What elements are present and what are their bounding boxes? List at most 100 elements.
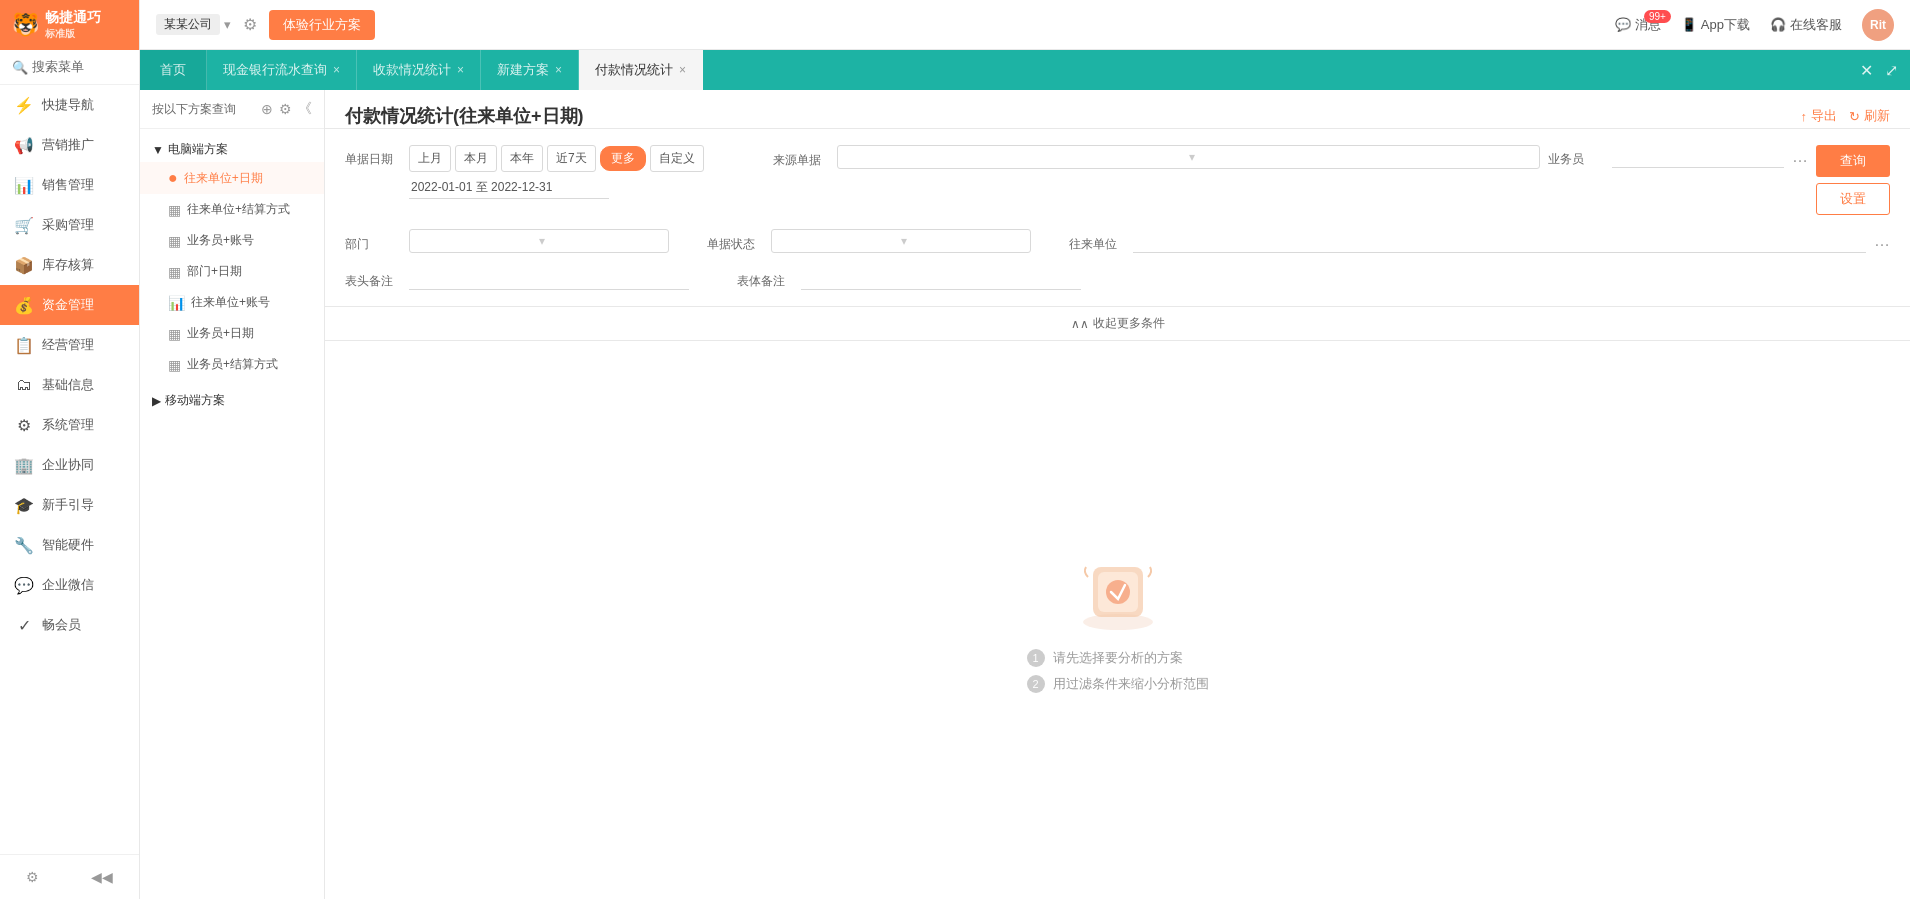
- quick-nav-icon: ⚡: [14, 95, 34, 115]
- tab-label: 付款情况统计: [595, 61, 673, 79]
- desktop-group-arrow: ▼: [152, 143, 164, 157]
- mobile-group-title[interactable]: ▶ 移动端方案: [152, 392, 312, 409]
- sidebar-item-basic[interactable]: 🗂 基础信息: [0, 365, 139, 405]
- mobile-scheme-group[interactable]: ▶ 移动端方案: [140, 388, 324, 413]
- collapse-label: 收起更多条件: [1093, 315, 1165, 332]
- salesman-input[interactable]: [1612, 145, 1784, 168]
- sidebar-item-label: 畅会员: [42, 616, 81, 634]
- sidebar-item-label: 资金管理: [42, 296, 94, 314]
- source-chevron-icon: ▾: [1189, 150, 1532, 164]
- export-icon: ↑: [1801, 109, 1808, 124]
- date-btn-this-month[interactable]: 本月: [455, 145, 497, 172]
- sidebar-item-guide[interactable]: 🎓 新手引导: [0, 485, 139, 525]
- tab-expand-icon[interactable]: ⤢: [1885, 61, 1898, 80]
- add-scheme-btn[interactable]: ⊕: [261, 101, 273, 117]
- trial-btn[interactable]: 体验行业方案: [269, 10, 375, 40]
- sidebar-item-purchase[interactable]: 🛒 采购管理: [0, 205, 139, 245]
- query-btn[interactable]: 查询: [1816, 145, 1890, 177]
- search-menu[interactable]: 🔍 搜索菜单: [0, 50, 139, 85]
- sidebar-item-operations[interactable]: 📋 经营管理: [0, 325, 139, 365]
- scheme-table-icon: ▦: [168, 233, 181, 249]
- header-note-input[interactable]: [409, 267, 689, 290]
- search-label: 搜索菜单: [32, 58, 84, 76]
- guide-icon: 🎓: [14, 495, 34, 515]
- salesman-more-btn[interactable]: …: [1792, 148, 1808, 166]
- search-icon: 🔍: [12, 60, 28, 75]
- sidebar-item-sales[interactable]: 📊 销售管理: [0, 165, 139, 205]
- sidebar-item-hardware[interactable]: 🔧 智能硬件: [0, 525, 139, 565]
- tab-close-icon[interactable]: ×: [457, 63, 464, 77]
- sidebar-item-member[interactable]: ✓ 畅会员: [0, 605, 139, 645]
- date-btn-custom[interactable]: 自定义: [650, 145, 704, 172]
- scheme-item-salesman-payment[interactable]: ▦ 业务员+结算方式: [140, 349, 324, 380]
- user-avatar[interactable]: Rit: [1862, 9, 1894, 41]
- scheme-settings-btn[interactable]: ⚙: [279, 101, 292, 117]
- header-note-label: 表头备注: [345, 267, 401, 290]
- app-download-btn[interactable]: 📱 App下载: [1681, 16, 1750, 34]
- export-btn[interactable]: ↑ 导出: [1801, 107, 1838, 125]
- scheme-table-icon: ▦: [168, 326, 181, 342]
- tab-close-all-icon[interactable]: ✕: [1860, 61, 1873, 80]
- tab-receipt-stats[interactable]: 收款情况统计 ×: [357, 50, 481, 90]
- settings-gear-icon[interactable]: ⚙: [243, 15, 257, 34]
- sidebar-settings-btn[interactable]: ⚙: [20, 863, 45, 891]
- left-panel-actions: ⊕ ⚙ 《: [261, 100, 312, 118]
- dept-select[interactable]: ▾: [409, 229, 669, 253]
- collapse-bar[interactable]: ∧∧ 收起更多条件: [325, 307, 1910, 341]
- filter-settings-btn[interactable]: 设置: [1816, 183, 1890, 215]
- message-btn[interactable]: 💬 消息 99+: [1615, 16, 1661, 34]
- enterprise-icon: 🏢: [14, 455, 34, 475]
- status-select[interactable]: ▾: [771, 229, 1031, 253]
- scheme-item-partner-payment[interactable]: ▦ 往来单位+结算方式: [140, 194, 324, 225]
- scheme-chart-icon: 📊: [168, 295, 185, 311]
- scheme-item-salesman-account[interactable]: ▦ 业务员+账号: [140, 225, 324, 256]
- tab-payment-stats[interactable]: 付款情况统计 ×: [579, 50, 703, 90]
- sidebar-item-label: 库存核算: [42, 256, 94, 274]
- partner-input[interactable]: [1133, 230, 1866, 253]
- tab-close-icon[interactable]: ×: [555, 63, 562, 77]
- tab-home[interactable]: 首页: [140, 50, 207, 90]
- sidebar-item-system[interactable]: ⚙ 系统管理: [0, 405, 139, 445]
- sidebar-item-wechat[interactable]: 💬 企业微信: [0, 565, 139, 605]
- tabbar: 首页 现金银行流水查询 × 收款情况统计 × 新建方案 × 付款情况统计 × ✕…: [140, 50, 1910, 90]
- scheme-item-partner-date[interactable]: ● 往来单位+日期: [140, 162, 324, 194]
- scheme-item-partner-account[interactable]: 📊 往来单位+账号: [140, 287, 324, 318]
- sidebar-item-label: 基础信息: [42, 376, 94, 394]
- source-label: 来源单据: [773, 146, 829, 169]
- refresh-btn[interactable]: ↻ 刷新: [1849, 107, 1890, 125]
- sidebar-item-enterprise[interactable]: 🏢 企业协同: [0, 445, 139, 485]
- collapse-up-icon: ∧∧: [1071, 317, 1089, 331]
- page-container: 按以下方案查询 ⊕ ⚙ 《 ▼ 电脑端方案 ● 往来单位+日期 ▦: [140, 90, 1910, 899]
- date-range-input[interactable]: [409, 176, 609, 199]
- right-content: 付款情况统计(往来单位+日期) ↑ 导出 ↻ 刷新: [325, 90, 1910, 899]
- date-btn-last-7-days[interactable]: 近7天: [547, 145, 596, 172]
- scheme-item-dept-date[interactable]: ▦ 部门+日期: [140, 256, 324, 287]
- partner-more-btn[interactable]: …: [1874, 232, 1890, 250]
- sidebar-item-label: 系统管理: [42, 416, 94, 434]
- online-service-btn[interactable]: 🎧 在线客服: [1770, 16, 1842, 34]
- tab-close-icon[interactable]: ×: [679, 63, 686, 77]
- date-btn-this-year[interactable]: 本年: [501, 145, 543, 172]
- scheme-item-salesman-date[interactable]: ▦ 业务员+日期: [140, 318, 324, 349]
- empty-hint-2: 2 用过滤条件来缩小分析范围: [1027, 675, 1209, 693]
- marketing-icon: 📢: [14, 135, 34, 155]
- tab-label: 收款情况统计: [373, 61, 451, 79]
- topbar: 某某公司 ▾ ⚙ 体验行业方案 💬 消息 99+ 📱 App下载 🎧 在线客服 …: [140, 0, 1910, 50]
- source-select[interactable]: ▾: [837, 145, 1540, 169]
- sidebar-item-inventory[interactable]: 📦 库存核算: [0, 245, 139, 285]
- tab-close-icon[interactable]: ×: [333, 63, 340, 77]
- tab-new-scheme[interactable]: 新建方案 ×: [481, 50, 579, 90]
- date-btn-last-month[interactable]: 上月: [409, 145, 451, 172]
- body-note-input[interactable]: [801, 267, 1081, 290]
- sidebar-item-finance[interactable]: 💰 资金管理: [0, 285, 139, 325]
- date-btn-more[interactable]: 更多: [600, 146, 646, 171]
- desktop-group-title[interactable]: ▼ 电脑端方案: [140, 137, 324, 162]
- sidebar-collapse-btn[interactable]: ◀◀: [85, 863, 119, 891]
- sidebar-item-quick-nav[interactable]: ⚡ 快捷导航: [0, 85, 139, 125]
- sidebar-item-marketing[interactable]: 📢 营销推广: [0, 125, 139, 165]
- inventory-icon: 📦: [14, 255, 34, 275]
- sidebar-item-label: 智能硬件: [42, 536, 94, 554]
- tab-bank-flow[interactable]: 现金银行流水查询 ×: [207, 50, 357, 90]
- panel-collapse-btn[interactable]: 《: [298, 100, 312, 118]
- company-selector[interactable]: 某某公司 ▾: [156, 14, 231, 35]
